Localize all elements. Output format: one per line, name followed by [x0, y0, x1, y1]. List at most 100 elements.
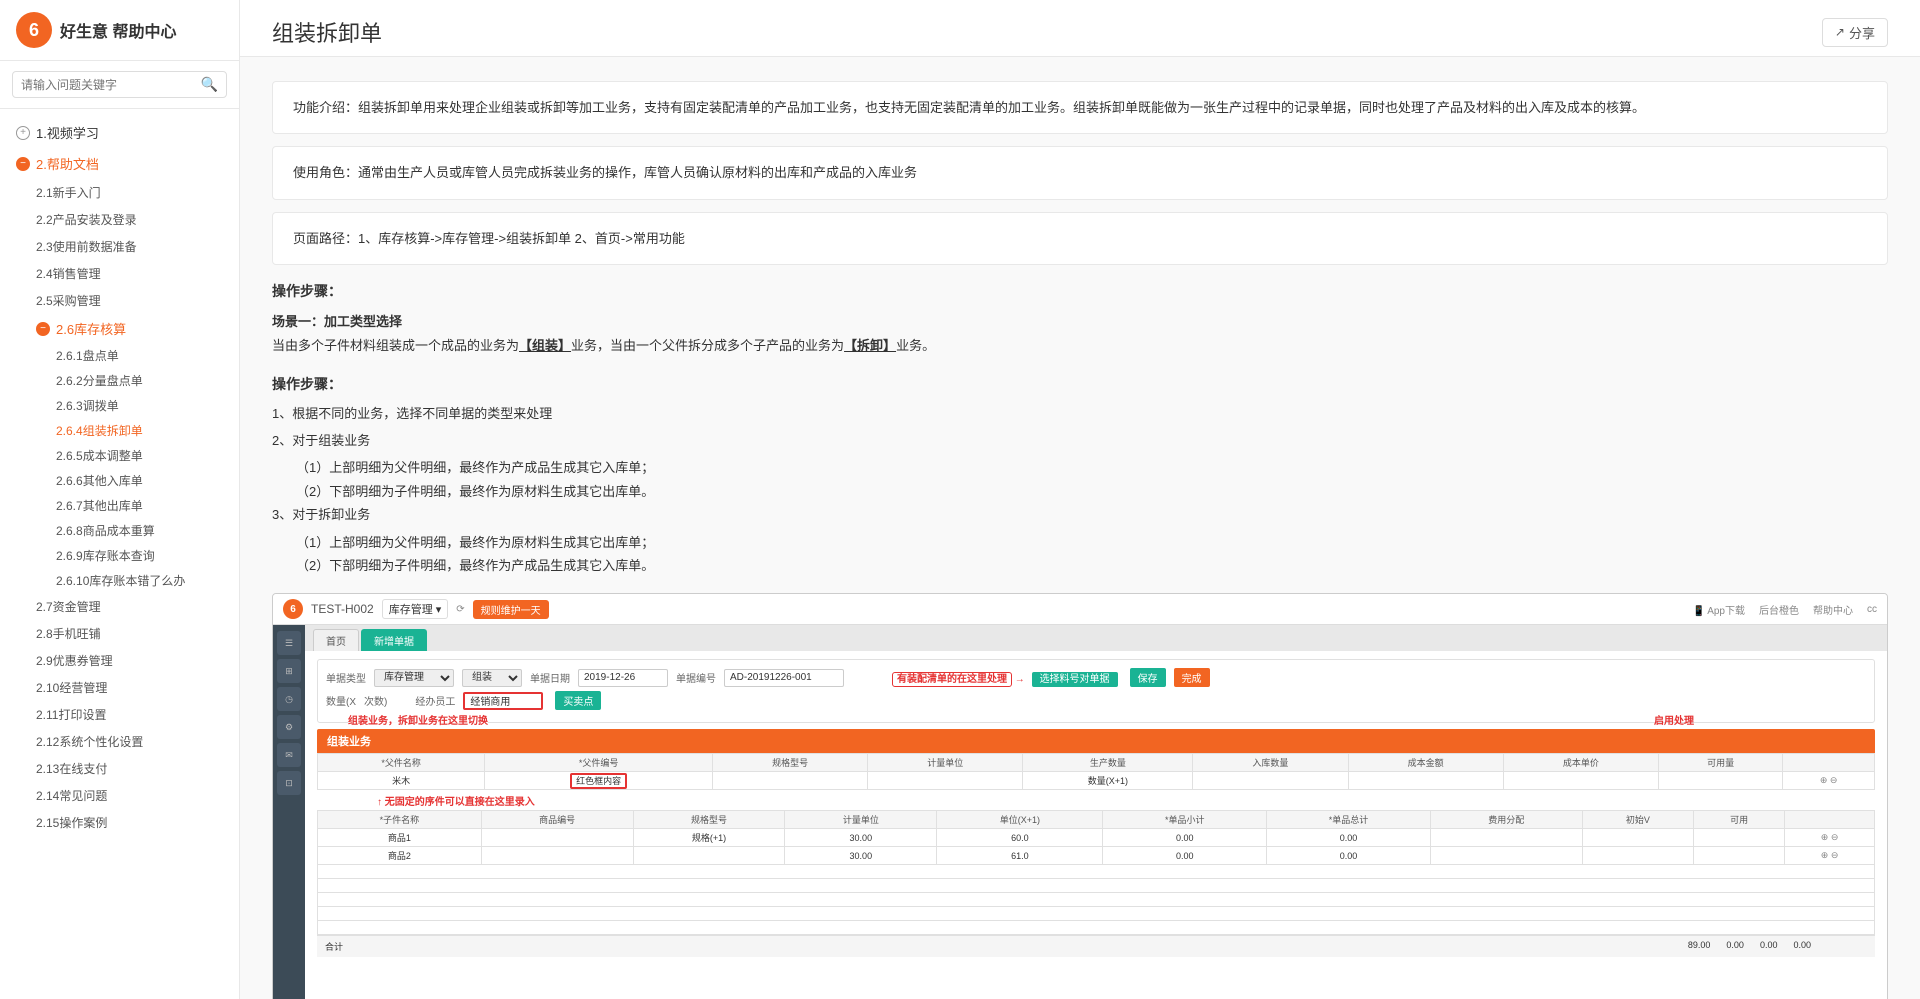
- mock-tab-home[interactable]: 首页: [313, 629, 359, 651]
- mock-date-input[interactable]: [578, 669, 668, 687]
- sidebar-item-customization[interactable]: 2.12系统个性化设置: [36, 728, 239, 755]
- mock-btn-save[interactable]: 保存: [1130, 668, 1166, 687]
- sidebar: 6 好生意 帮助中心 🔍 + 1.视频学习 − 2.帮助文档 2.1新手入门 2…: [0, 0, 240, 999]
- mock-nav-icon-4: ⚙: [277, 715, 301, 739]
- mock-sub-th-11: [1785, 811, 1875, 829]
- mock-qty-label: 数量(X: [326, 693, 356, 708]
- search-input[interactable]: [21, 78, 201, 92]
- sidebar-item-online-pay[interactable]: 2.13在线支付: [36, 755, 239, 782]
- collapse-icon-2-6: −: [36, 322, 50, 336]
- sidebar-item-label: 2.6库存核算: [56, 319, 239, 338]
- step3-1: （1）上部明细为父件明细，最终作为原材料生成其它出库单；: [272, 531, 1888, 554]
- main-header: 组装拆卸单 ↗ 分享: [240, 0, 1920, 57]
- mock-upper-row-1: 米木 红色框内容 数量(X+1): [318, 772, 1875, 790]
- sidebar-item-inventory[interactable]: − 2.6库存核算: [36, 314, 239, 343]
- sidebar-item-data-prep[interactable]: 2.3使用前数据准备: [36, 233, 239, 260]
- mock-form-row-1: 单据类型 库存管理 组装 组装 拆卸 单据日期: [326, 668, 1866, 687]
- mock-sub-th-8: 费用分配: [1430, 811, 1582, 829]
- step1: 1、根据不同的业务，选择不同单据的类型来处理: [272, 402, 1888, 425]
- mock-nav-btn: 规则维护一天: [473, 600, 549, 619]
- mock-btn-done[interactable]: 完成: [1174, 668, 1210, 687]
- search-icon[interactable]: 🔍: [201, 76, 218, 93]
- mock-lower-row-1: 商品1 规格(+1) 30.00 60.0 0.00 0.00: [318, 829, 1875, 847]
- sidebar-item-assembly[interactable]: 2.6.4组装拆卸单: [48, 418, 239, 443]
- sidebar-item-faq[interactable]: 2.14常见问题: [36, 782, 239, 809]
- mock-nav-icon-2: ⊞: [277, 659, 301, 683]
- mock-fops: ⊕ ⊖: [1783, 772, 1875, 790]
- mock-annotation-1: 有装配清单的在这里处理: [892, 672, 1012, 687]
- sidebar-item-other-outbound[interactable]: 2.6.7其他出库单: [48, 493, 239, 518]
- sidebar-item-coupons[interactable]: 2.9优惠券管理: [36, 647, 239, 674]
- mock-sub-th-9: 初始V: [1582, 811, 1693, 829]
- search-area: 🔍: [0, 61, 239, 109]
- mock-fno: 红色框内容: [485, 772, 713, 790]
- steps-title: 操作步骤：: [272, 374, 1888, 394]
- nav-sub-list-2: 2.1新手入门 2.2产品安装及登录 2.3使用前数据准备 2.4销售管理 2.…: [0, 179, 239, 836]
- mock-th-spec: 规格型号: [712, 754, 867, 772]
- mock-form-row-2: 数量(X 次数) 经办员工 买卖点: [326, 691, 1866, 710]
- mock-subtype-select[interactable]: 组装 拆卸: [462, 669, 522, 687]
- mock-doc-area: 单据类型 库存管理 组装 组装 拆卸 单据日期: [305, 651, 1887, 999]
- mock-section-orange: 组装业务: [317, 729, 1875, 753]
- sidebar-item-ledger-query[interactable]: 2.6.9库存账本查询: [48, 543, 239, 568]
- mock-sub-th-4: 计量单位: [785, 811, 937, 829]
- path-block: 页面路径：1、库存核算->库存管理->组装拆卸单 2、首页->常用功能: [272, 212, 1888, 265]
- sidebar-item-print[interactable]: 2.11打印设置: [36, 701, 239, 728]
- step2: 2、对于组装业务: [272, 429, 1888, 452]
- mock-btn-confirm[interactable]: 买卖点: [555, 691, 601, 710]
- mock-nav-icon-1: ☰: [277, 631, 301, 655]
- sidebar-item-purchase[interactable]: 2.5采购管理: [36, 287, 239, 314]
- sidebar-item-cost-recalc[interactable]: 2.6.8商品成本重算: [48, 518, 239, 543]
- op-steps-section: 操作步骤： 场景一：加工类型选择 当由多个子件材料组装成一个成品的业务为【组装】…: [272, 281, 1888, 577]
- mock-lower-row-3: [318, 865, 1875, 879]
- collapse-icon: −: [16, 157, 30, 171]
- sidebar-item-stocktake[interactable]: 2.6.1盘点单: [48, 343, 239, 368]
- sidebar-item-ops[interactable]: 2.10经营管理: [36, 674, 239, 701]
- mock-date-label: 单据日期: [530, 670, 570, 685]
- mock-th-unit: 计量单位: [868, 754, 1023, 772]
- sidebar-item-video-learning[interactable]: + 1.视频学习: [0, 117, 239, 148]
- mock-annotation-2: 组装业务，拆卸业务在这里切换: [348, 712, 488, 727]
- sidebar-item-transfer[interactable]: 2.6.3调拨单: [48, 393, 239, 418]
- step2-1: （1）上部明细为父件明细，最终作为产成品生成其它入库单；: [272, 456, 1888, 479]
- share-button[interactable]: ↗ 分享: [1822, 18, 1888, 47]
- op-steps-title: 操作步骤：: [272, 281, 1888, 301]
- mock-th-fno: *父件编号: [485, 754, 713, 772]
- intro-block: 功能介绍：组装拆卸单用来处理企业组装或拆卸等加工业务，支持有固定装配清单的产品加…: [272, 81, 1888, 134]
- mock-tab-new[interactable]: 新增单据: [361, 629, 427, 651]
- mock-code: TEST-H002: [311, 602, 374, 616]
- mock-th-fname: *父件名称: [318, 754, 485, 772]
- sidebar-item-finance[interactable]: 2.7资金管理: [36, 593, 239, 620]
- sidebar-item-install[interactable]: 2.2产品安装及登录: [36, 206, 239, 233]
- nav-section-1: + 1.视频学习: [0, 117, 239, 148]
- mock-fproduce: 数量(X+1): [1023, 772, 1193, 790]
- sidebar-item-cost-adjust[interactable]: 2.6.5成本调整单: [48, 443, 239, 468]
- path-text: 页面路径：1、库存核算->库存管理->组装拆卸单 2、首页->常用功能: [293, 231, 685, 246]
- mock-main-content: 首页 新增单据 单据类型 库存管理 组装: [305, 625, 1887, 999]
- mock-help: 帮助中心: [1813, 602, 1853, 617]
- sidebar-item-mobile[interactable]: 2.8手机旺铺: [36, 620, 239, 647]
- sidebar-item-sales[interactable]: 2.4销售管理: [36, 260, 239, 287]
- mock-favail: [1659, 772, 1783, 790]
- scene-desc: 当由多个子件材料组装成一个成品的业务为【组装】业务，当由一个父件拆分成多个子产品…: [272, 334, 1888, 357]
- mock-th-in-qty: 入库数量: [1193, 754, 1348, 772]
- mock-dropdown: 库存管理 ▾: [382, 599, 449, 619]
- mock-type-label: 单据类型: [326, 670, 366, 685]
- mock-worker-input[interactable]: [463, 692, 543, 710]
- mock-annotation-4: ↑ 无固定的序件可以直接在这里录入: [377, 793, 535, 808]
- sidebar-item-other-inbound[interactable]: 2.6.6其他入库单: [48, 468, 239, 493]
- sidebar-item-cases[interactable]: 2.15操作案例: [36, 809, 239, 836]
- sidebar-item-partial-stocktake[interactable]: 2.6.2分量盘点单: [48, 368, 239, 393]
- page-title: 组装拆卸单: [272, 16, 382, 48]
- mock-fcost-price: [1503, 772, 1658, 790]
- sidebar-item-ledger-error[interactable]: 2.6.10库存账本错了么办: [48, 568, 239, 593]
- mock-type-select[interactable]: 库存管理 组装: [374, 669, 454, 687]
- sidebar-item-newbie[interactable]: 2.1新手入门: [36, 179, 239, 206]
- mock-no-input[interactable]: [724, 669, 844, 687]
- nav-sub-sub-list-2-6: 2.6.1盘点单 2.6.2分量盘点单 2.6.3调拨单 2.6.4组装拆卸单 …: [36, 343, 239, 593]
- step3-2: （2）下部明细为子件明细，最终作为产成品生成其它入库单。: [272, 554, 1888, 577]
- mock-btn-select[interactable]: 选择料号对单据: [1032, 672, 1118, 687]
- sidebar-item-help-docs[interactable]: − 2.帮助文档: [0, 148, 239, 179]
- mock-lower-row-4: [318, 879, 1875, 893]
- mock-lower-row-6: [318, 907, 1875, 921]
